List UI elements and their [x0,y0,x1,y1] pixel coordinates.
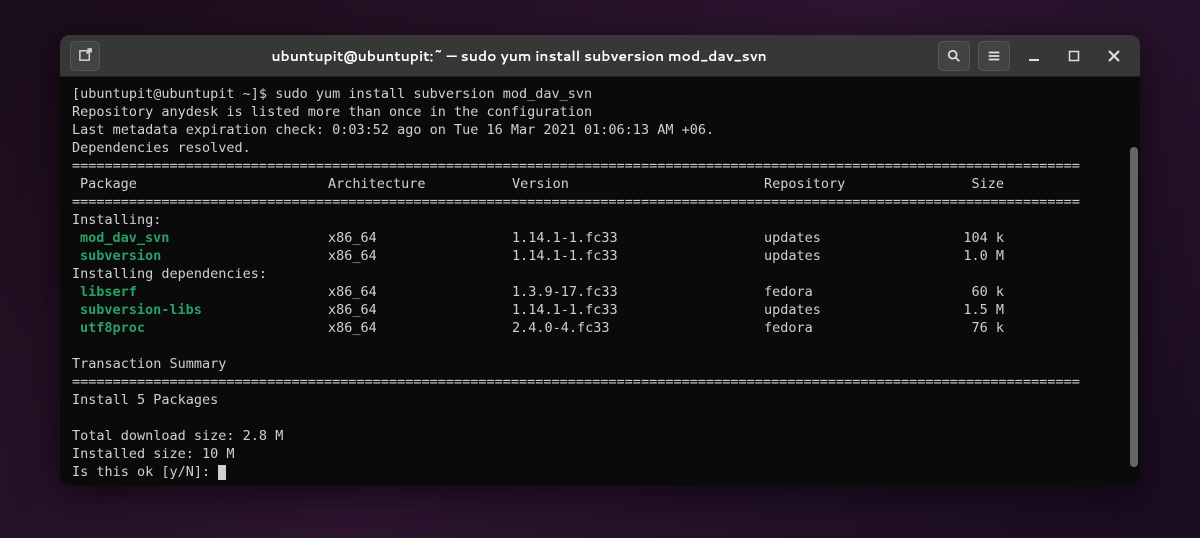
package-size: 76 k [940,319,1004,337]
table-header: Package Architecture Version Repository … [72,175,1128,193]
divider-line: ========================================… [72,373,1128,391]
package-repo: updates [764,247,940,265]
download-size: Total download size: 2.8 M [72,427,1128,445]
hamburger-icon [987,49,1001,63]
search-button[interactable] [938,41,970,71]
package-arch: x86_64 [328,319,512,337]
package-size: 1.0 M [940,247,1004,265]
terminal-window: ubuntupit@ubuntupit:~ — sudo yum install… [60,35,1140,485]
maximize-icon [1068,50,1080,62]
package-version: 2.4.0-4.fc33 [512,319,764,337]
close-icon [1108,50,1120,62]
table-row: libserf x86_64 1.3.9-17.fc33 fedora 60 k [72,283,1128,301]
package-version: 1.3.9-17.fc33 [512,283,764,301]
search-icon [947,49,961,63]
output-line: Dependencies resolved. [72,139,1128,157]
package-name: subversion-libs [72,301,328,319]
titlebar: ubuntupit@ubuntupit:~ — sudo yum install… [60,35,1140,77]
terminal-content[interactable]: [ubuntupit@ubuntupit ~]$ sudo yum instal… [60,77,1140,485]
package-arch: x86_64 [328,301,512,319]
divider-line: ========================================… [72,157,1128,175]
header-size: Size [940,175,1004,193]
install-count: Install 5 Packages [72,391,1128,409]
package-version: 1.14.1-1.fc33 [512,247,764,265]
window-title: ubuntupit@ubuntupit:~ — sudo yum install… [108,46,930,66]
divider-line: ========================================… [72,193,1128,211]
minimize-button[interactable] [1018,41,1050,71]
package-size: 60 k [940,283,1004,301]
header-version: Version [512,175,764,193]
output-line: Last metadata expiration check: 0:03:52 … [72,121,1128,139]
package-repo: updates [764,229,940,247]
maximize-button[interactable] [1058,41,1090,71]
package-version: 1.14.1-1.fc33 [512,229,764,247]
package-arch: x86_64 [328,283,512,301]
output-line: Repository anydesk is listed more than o… [72,103,1128,121]
prompt-text: [ubuntupit@ubuntupit ~]$ [72,86,275,102]
package-repo: updates [764,301,940,319]
package-size: 1.5 M [940,301,1004,319]
table-row: utf8proc x86_64 2.4.0-4.fc33 fedora 76 k [72,319,1128,337]
package-repo: fedora [764,283,940,301]
table-row: subversion-libs x86_64 1.14.1-1.fc33 upd… [72,301,1128,319]
confirm-text: Is this ok [y/N]: [72,464,218,480]
installed-size: Installed size: 10 M [72,445,1128,463]
confirm-prompt: Is this ok [y/N]: [72,463,1128,481]
package-name: utf8proc [72,319,328,337]
package-name: libserf [72,283,328,301]
cursor [218,465,226,480]
scrollbar[interactable] [1130,147,1138,467]
section-label: Transaction Summary [72,355,1128,373]
package-version: 1.14.1-1.fc33 [512,301,764,319]
command-text: sudo yum install subversion mod_dav_svn [275,86,592,102]
section-label: Installing dependencies: [72,265,1128,283]
header-package: Package [72,175,328,193]
table-row: mod_dav_svn x86_64 1.14.1-1.fc33 updates… [72,229,1128,247]
blank-line [72,409,1128,427]
close-button[interactable] [1098,41,1130,71]
package-repo: fedora [764,319,940,337]
new-tab-button[interactable] [70,41,100,71]
table-row: subversion x86_64 1.14.1-1.fc33 updates … [72,247,1128,265]
package-name: subversion [72,247,328,265]
menu-button[interactable] [978,41,1010,71]
blank-line [72,337,1128,355]
minimize-icon [1028,50,1040,62]
package-arch: x86_64 [328,247,512,265]
section-label: Installing: [72,211,1128,229]
package-size: 104 k [940,229,1004,247]
header-arch: Architecture [328,175,512,193]
package-arch: x86_64 [328,229,512,247]
package-name: mod_dav_svn [72,229,328,247]
header-repo: Repository [764,175,940,193]
prompt-line: [ubuntupit@ubuntupit ~]$ sudo yum instal… [72,85,1128,103]
